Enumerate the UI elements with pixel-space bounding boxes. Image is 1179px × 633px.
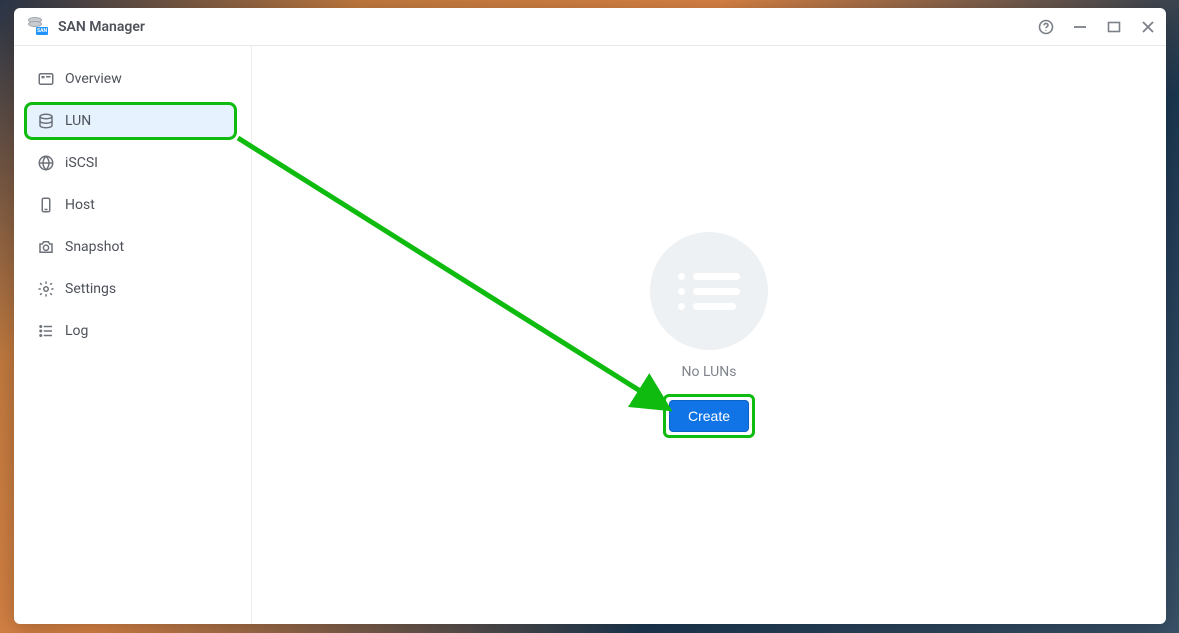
globe-icon (37, 154, 55, 172)
dashboard-icon (37, 70, 55, 88)
empty-message: No LUNs (682, 364, 737, 380)
sidebar-item-label: Log (65, 323, 88, 339)
app-icon: SAN (28, 17, 48, 37)
sidebar-item-label: Host (65, 197, 95, 213)
list-icon (37, 322, 55, 340)
empty-illustration (650, 232, 768, 350)
sidebar-item-iscsi[interactable]: iSCSI (24, 144, 237, 182)
sidebar-item-lun[interactable]: LUN (24, 102, 237, 140)
sidebar-item-snapshot[interactable]: Snapshot (24, 228, 237, 266)
sidebar: Overview LUN iSCSI Host (14, 46, 252, 624)
san-manager-window: SAN SAN Manager Overview (14, 8, 1166, 624)
sidebar-item-settings[interactable]: Settings (24, 270, 237, 308)
sidebar-item-label: iSCSI (65, 155, 98, 171)
sidebar-item-label: Snapshot (65, 239, 124, 255)
gear-icon (37, 280, 55, 298)
sidebar-item-label: LUN (65, 113, 91, 129)
empty-state: No LUNs Create (650, 232, 768, 438)
camera-icon (37, 238, 55, 256)
sidebar-item-label: Overview (65, 71, 122, 87)
create-button-highlight: Create (663, 394, 755, 438)
window-controls (1038, 19, 1156, 35)
maximize-button[interactable] (1106, 19, 1122, 35)
sidebar-item-label: Settings (65, 281, 116, 297)
help-button[interactable] (1038, 19, 1054, 35)
app-title: SAN Manager (58, 19, 145, 35)
minimize-button[interactable] (1072, 19, 1088, 35)
sidebar-item-log[interactable]: Log (24, 312, 237, 350)
sidebar-item-host[interactable]: Host (24, 186, 237, 224)
sidebar-item-overview[interactable]: Overview (24, 60, 237, 98)
titlebar: SAN SAN Manager (14, 8, 1166, 46)
database-icon (37, 112, 55, 130)
main-content: No LUNs Create (252, 46, 1166, 624)
create-button[interactable]: Create (669, 400, 749, 432)
close-button[interactable] (1140, 19, 1156, 35)
device-icon (37, 196, 55, 214)
